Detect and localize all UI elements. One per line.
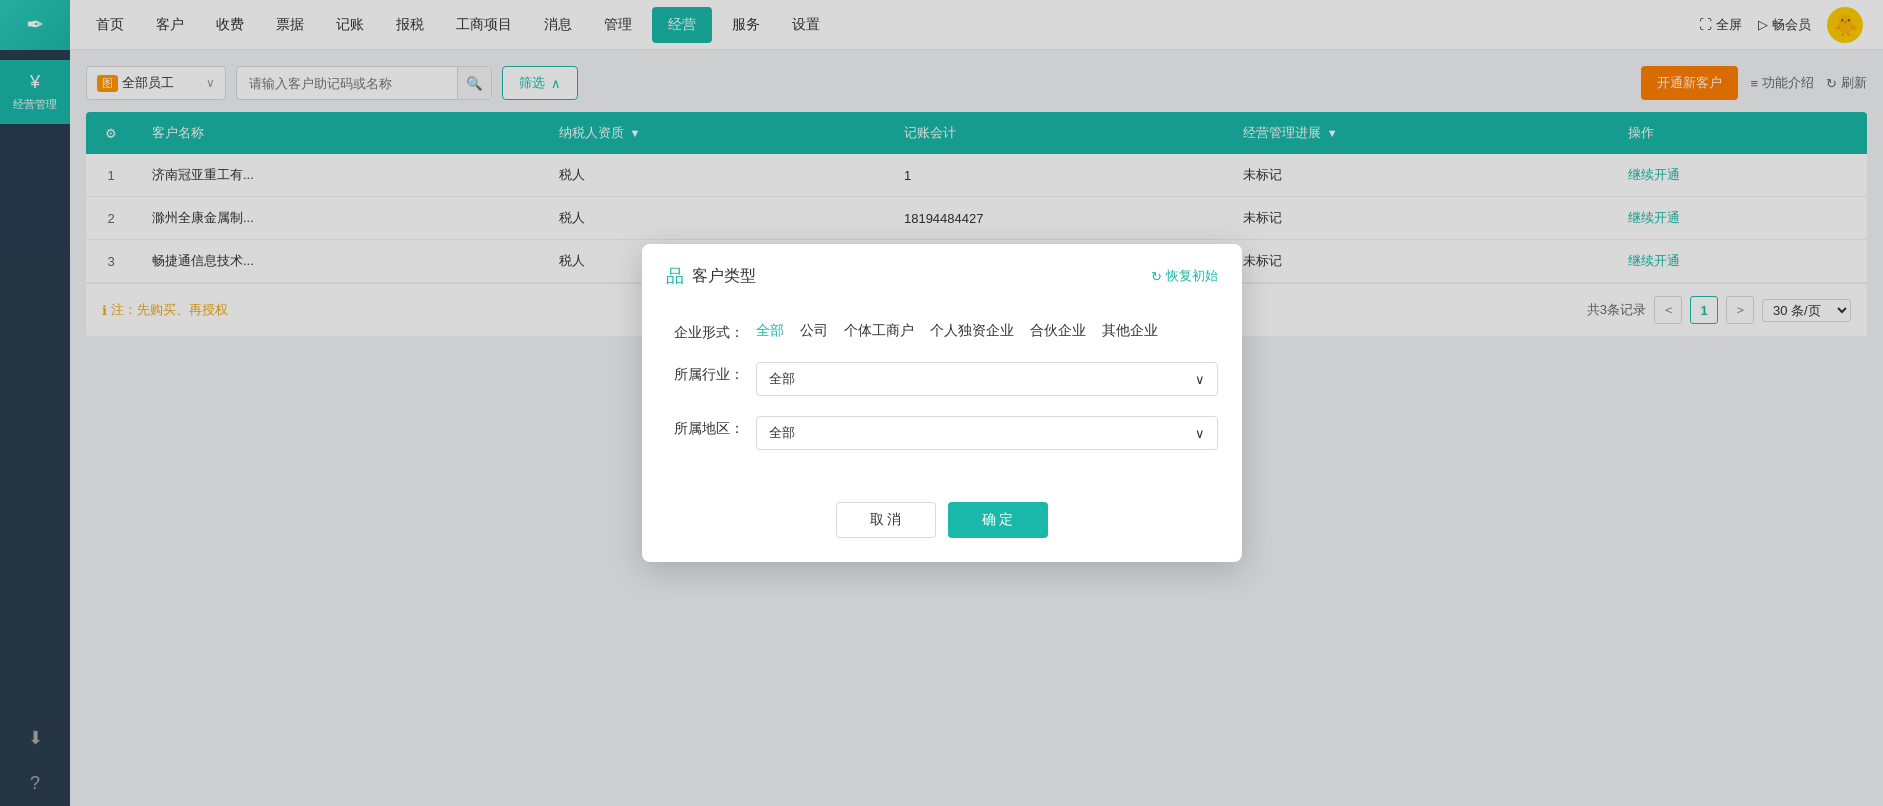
industry-dropdown-icon: ∨ <box>1195 372 1205 387</box>
reset-label: 恢复初始 <box>1166 267 1218 285</box>
enterprise-option-1[interactable]: 公司 <box>800 320 828 342</box>
modal-title-icon: 品 <box>666 264 684 288</box>
confirm-button[interactable]: 确 定 <box>948 502 1048 538</box>
industry-value: 全部 <box>769 370 795 388</box>
region-content: 全部 ∨ <box>756 416 1218 450</box>
enterprise-form-content: 全部公司个体工商户个人独资企业合伙企业其他企业 <box>756 320 1218 342</box>
region-label: 所属地区： <box>666 416 756 438</box>
modal-title: 品 客户类型 <box>666 264 756 288</box>
industry-label: 所属行业： <box>666 362 756 384</box>
modal-overlay[interactable]: 品 客户类型 ↻ 恢复初始 企业形式： 全部公司个体工商户个人独资企业合伙企业其… <box>0 0 1883 806</box>
enterprise-option-0[interactable]: 全部 <box>756 320 784 342</box>
cancel-button[interactable]: 取 消 <box>836 502 936 538</box>
modal-title-text: 客户类型 <box>692 266 756 287</box>
modal-reset-button[interactable]: ↻ 恢复初始 <box>1151 267 1218 285</box>
industry-select[interactable]: 全部 ∨ <box>756 362 1218 396</box>
region-select[interactable]: 全部 ∨ <box>756 416 1218 450</box>
region-form-row: 所属地区： 全部 ∨ <box>666 416 1218 450</box>
enterprise-radio-group: 全部公司个体工商户个人独资企业合伙企业其他企业 <box>756 320 1218 342</box>
enterprise-option-3[interactable]: 个人独资企业 <box>930 320 1014 342</box>
enterprise-option-4[interactable]: 合伙企业 <box>1030 320 1086 342</box>
enterprise-option-2[interactable]: 个体工商户 <box>844 320 914 342</box>
reset-icon: ↻ <box>1151 269 1162 284</box>
modal-body: 企业形式： 全部公司个体工商户个人独资企业合伙企业其他企业 所属行业： 全部 ∨ <box>642 304 1242 494</box>
filter-modal: 品 客户类型 ↻ 恢复初始 企业形式： 全部公司个体工商户个人独资企业合伙企业其… <box>642 244 1242 562</box>
modal-header: 品 客户类型 ↻ 恢复初始 <box>642 244 1242 304</box>
enterprise-form-row: 企业形式： 全部公司个体工商户个人独资企业合伙企业其他企业 <box>666 320 1218 342</box>
enterprise-form-label: 企业形式： <box>666 320 756 342</box>
region-dropdown-icon: ∨ <box>1195 426 1205 441</box>
industry-content: 全部 ∨ <box>756 362 1218 396</box>
enterprise-option-5[interactable]: 其他企业 <box>1102 320 1158 342</box>
region-value: 全部 <box>769 424 795 442</box>
modal-footer: 取 消 确 定 <box>642 494 1242 562</box>
industry-form-row: 所属行业： 全部 ∨ <box>666 362 1218 396</box>
